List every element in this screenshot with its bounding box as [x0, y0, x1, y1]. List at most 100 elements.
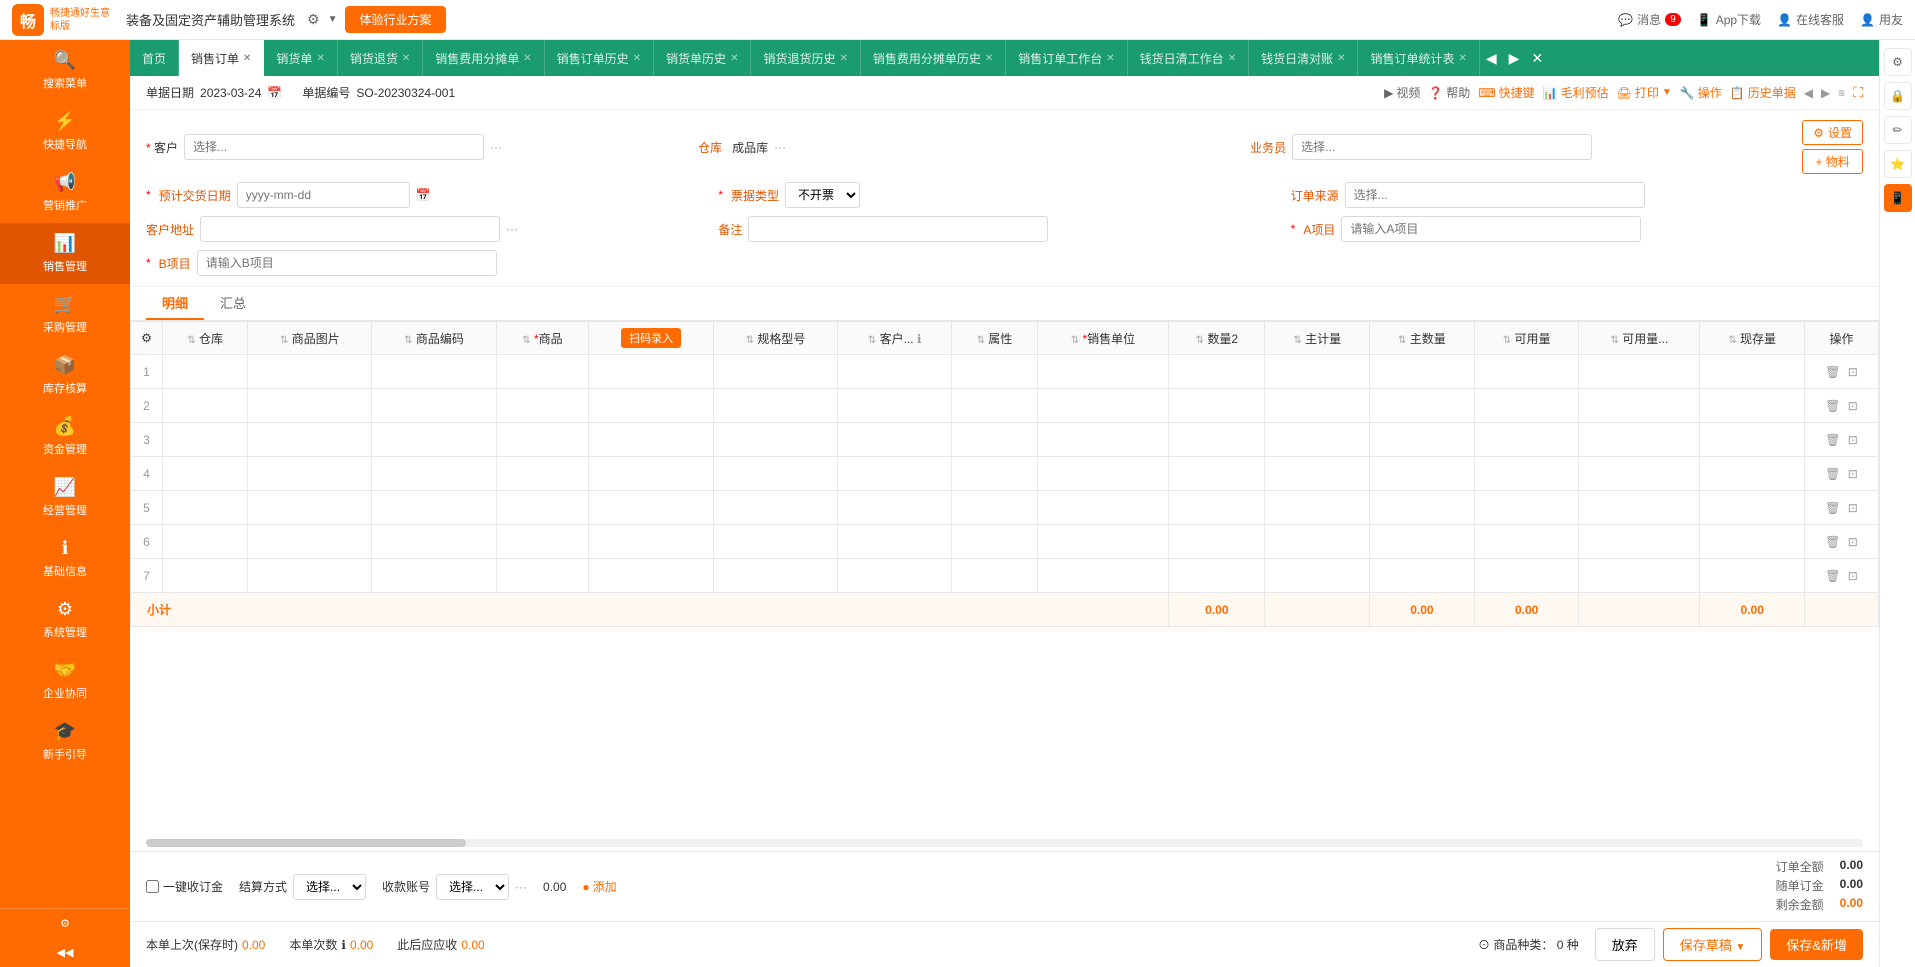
sidebar-item-search[interactable]: 🔍 搜索菜单	[0, 40, 130, 101]
delete-row-icon-6[interactable]: 🗑	[1825, 535, 1840, 549]
settings-button[interactable]: ⚙ 设置	[1802, 120, 1863, 145]
tab-close-daily-workbench[interactable]: ✕	[1228, 53, 1236, 64]
tab-list-btn[interactable]: ✕	[1525, 50, 1549, 67]
tab-expense-history[interactable]: 销售费用分摊单历史 ✕	[861, 40, 1006, 76]
sidebar-item-marketing[interactable]: 📢 营销推广	[0, 162, 130, 223]
solution-button[interactable]: 体验行业方案	[345, 6, 445, 33]
sort-product[interactable]: ⇅	[522, 335, 530, 346]
tab-close-sales-expense[interactable]: ✕	[523, 53, 531, 64]
side-tool-settings[interactable]: ⚙	[1884, 48, 1912, 76]
tab-home[interactable]: 首页	[130, 40, 179, 76]
customer-info-icon[interactable]: ℹ	[917, 332, 922, 346]
copy-row-icon-5[interactable]: ⊡	[1848, 501, 1858, 515]
save-draft-button[interactable]: 保存草稿 ▼	[1663, 928, 1763, 961]
table-settings-icon[interactable]: ⚙	[141, 331, 152, 345]
copy-row-icon-2[interactable]: ⊡	[1848, 399, 1858, 413]
scan-button[interactable]: 扫码录入	[621, 328, 681, 348]
sidebar-item-basic-info[interactable]: ℹ 基础信息	[0, 528, 130, 589]
sidebar-footer-settings[interactable]: ⚙	[0, 909, 130, 938]
sort-available[interactable]: ⇅	[1503, 335, 1511, 346]
copy-row-icon-4[interactable]: ⊡	[1848, 467, 1858, 481]
order-source-input[interactable]	[1345, 182, 1645, 208]
add-material-button[interactable]: + 物料	[1802, 149, 1863, 174]
profit-action[interactable]: 📊 毛利预估	[1543, 84, 1609, 101]
tab-close-sales-invoice[interactable]: ✕	[316, 53, 324, 64]
tab-close-order-stats[interactable]: ✕	[1459, 53, 1467, 64]
add-button[interactable]: ● 添加	[582, 878, 616, 895]
tab-return-history[interactable]: 销货退货历史 ✕	[751, 40, 860, 76]
tab-close-daily-reconcile[interactable]: ✕	[1337, 53, 1345, 64]
tab-close-order-history[interactable]: ✕	[633, 53, 641, 64]
history-action[interactable]: 📋 历史单据	[1730, 84, 1796, 101]
print-action[interactable]: 🖨 打印 ▼	[1617, 84, 1672, 101]
sort-customer[interactable]: ⇅	[868, 335, 876, 346]
delete-row-icon-2[interactable]: 🗑	[1825, 399, 1840, 413]
dropdown-icon[interactable]: ▼	[328, 14, 338, 25]
b-project-input[interactable]	[197, 250, 497, 276]
tab-sales-expense[interactable]: 销售费用分摊单 ✕	[423, 40, 544, 76]
copy-row-icon-3[interactable]: ⊡	[1848, 433, 1858, 447]
customer-more-icon[interactable]: ···	[490, 140, 502, 154]
pay-method-select[interactable]: 选择...	[293, 874, 366, 900]
shortcut-action[interactable]: ⌨ 快捷键	[1478, 84, 1534, 101]
scrollbar-thumb[interactable]	[146, 839, 466, 847]
tab-close-return-history[interactable]: ✕	[839, 53, 847, 64]
app-download-button[interactable]: 📱 App下载	[1697, 11, 1761, 28]
delete-row-icon-7[interactable]: 🗑	[1825, 569, 1840, 583]
help-action[interactable]: ❓ 帮助	[1428, 84, 1470, 101]
tab-daily-workbench[interactable]: 钱货日清工作台 ✕	[1128, 40, 1249, 76]
delete-row-icon-4[interactable]: 🗑	[1825, 467, 1840, 481]
save-draft-dropdown-icon[interactable]: ▼	[1735, 942, 1745, 953]
sort-available2[interactable]: ⇅	[1611, 335, 1619, 346]
th-settings[interactable]: ⚙	[131, 322, 163, 355]
tab-close-sales-order[interactable]: ✕	[243, 53, 251, 64]
customer-input[interactable]	[184, 134, 484, 160]
one-click-checkbox[interactable]	[146, 880, 159, 893]
sort-code[interactable]: ⇅	[404, 335, 412, 346]
tab-sales-invoice[interactable]: 销货单 ✕	[264, 40, 337, 76]
sidebar-item-quicknav[interactable]: ⚡ 快捷导航	[0, 101, 130, 162]
sidebar-item-inventory[interactable]: 📦 库存核算	[0, 345, 130, 406]
tab-sales-order[interactable]: 销售订单 ✕	[179, 40, 264, 76]
delete-row-icon-3[interactable]: 🗑	[1825, 433, 1840, 447]
delivery-date-input[interactable]	[237, 182, 410, 208]
sidebar-collapse-button[interactable]: ◀◀	[0, 938, 130, 967]
calendar2-icon[interactable]: 📅	[416, 188, 431, 202]
tab-detail[interactable]: 明细	[146, 287, 204, 320]
video-action[interactable]: ▶ 视频	[1384, 84, 1420, 101]
side-tool-edit[interactable]: ✏	[1884, 116, 1912, 144]
tab-invoice-history[interactable]: 销货单历史 ✕	[654, 40, 751, 76]
sort-spec[interactable]: ⇅	[746, 335, 754, 346]
tab-daily-reconcile[interactable]: 钱货日清对账 ✕	[1249, 40, 1358, 76]
nav-next-btn[interactable]: ▶	[1821, 86, 1830, 100]
msg-button[interactable]: 💬 消息 9	[1618, 11, 1681, 28]
tab-prev-btn[interactable]: ◀	[1480, 50, 1503, 67]
bank-more-icon[interactable]: ···	[515, 880, 527, 894]
sort-unit[interactable]: ⇅	[1071, 335, 1079, 346]
side-tool-lock[interactable]: 🔒	[1884, 82, 1912, 110]
sidebar-item-finance[interactable]: 💰 资金管理	[0, 406, 130, 467]
warehouse-more-icon[interactable]: ···	[774, 140, 786, 154]
tab-summary[interactable]: 汇总	[204, 287, 262, 320]
user-avatar[interactable]: 👤 用友	[1860, 11, 1903, 28]
fullscreen-btn[interactable]: ⛶	[1853, 84, 1863, 101]
side-tool-mobile[interactable]: 📱	[1884, 184, 1912, 212]
tab-close-sales-return[interactable]: ✕	[402, 53, 410, 64]
sidebar-item-operations[interactable]: 📈 经营管理	[0, 467, 130, 528]
sort-warehouse[interactable]: ⇅	[187, 335, 195, 346]
sidebar-item-system[interactable]: ⚙ 系统管理	[0, 589, 130, 650]
sort-qty2[interactable]: ⇅	[1196, 335, 1204, 346]
calendar-icon[interactable]: 📅	[267, 86, 282, 100]
delete-row-icon-5[interactable]: 🗑	[1825, 501, 1840, 515]
discard-button[interactable]: 放弃	[1595, 928, 1655, 961]
tab-next-btn[interactable]: ▶	[1503, 50, 1526, 67]
tab-sales-return[interactable]: 销货退货 ✕	[338, 40, 423, 76]
tab-close-expense-history[interactable]: ✕	[985, 53, 993, 64]
side-tool-star[interactable]: ⭐	[1884, 150, 1912, 178]
tab-order-stats[interactable]: 销售订单统计表 ✕	[1358, 40, 1479, 76]
delete-row-icon-1[interactable]: 🗑	[1825, 365, 1840, 379]
layout-btn[interactable]: ≡	[1838, 86, 1845, 100]
invoice-type-select[interactable]: 不开票	[785, 182, 860, 208]
nav-prev-btn[interactable]: ◀	[1804, 86, 1813, 100]
tab-order-history[interactable]: 销售订单历史 ✕	[545, 40, 654, 76]
